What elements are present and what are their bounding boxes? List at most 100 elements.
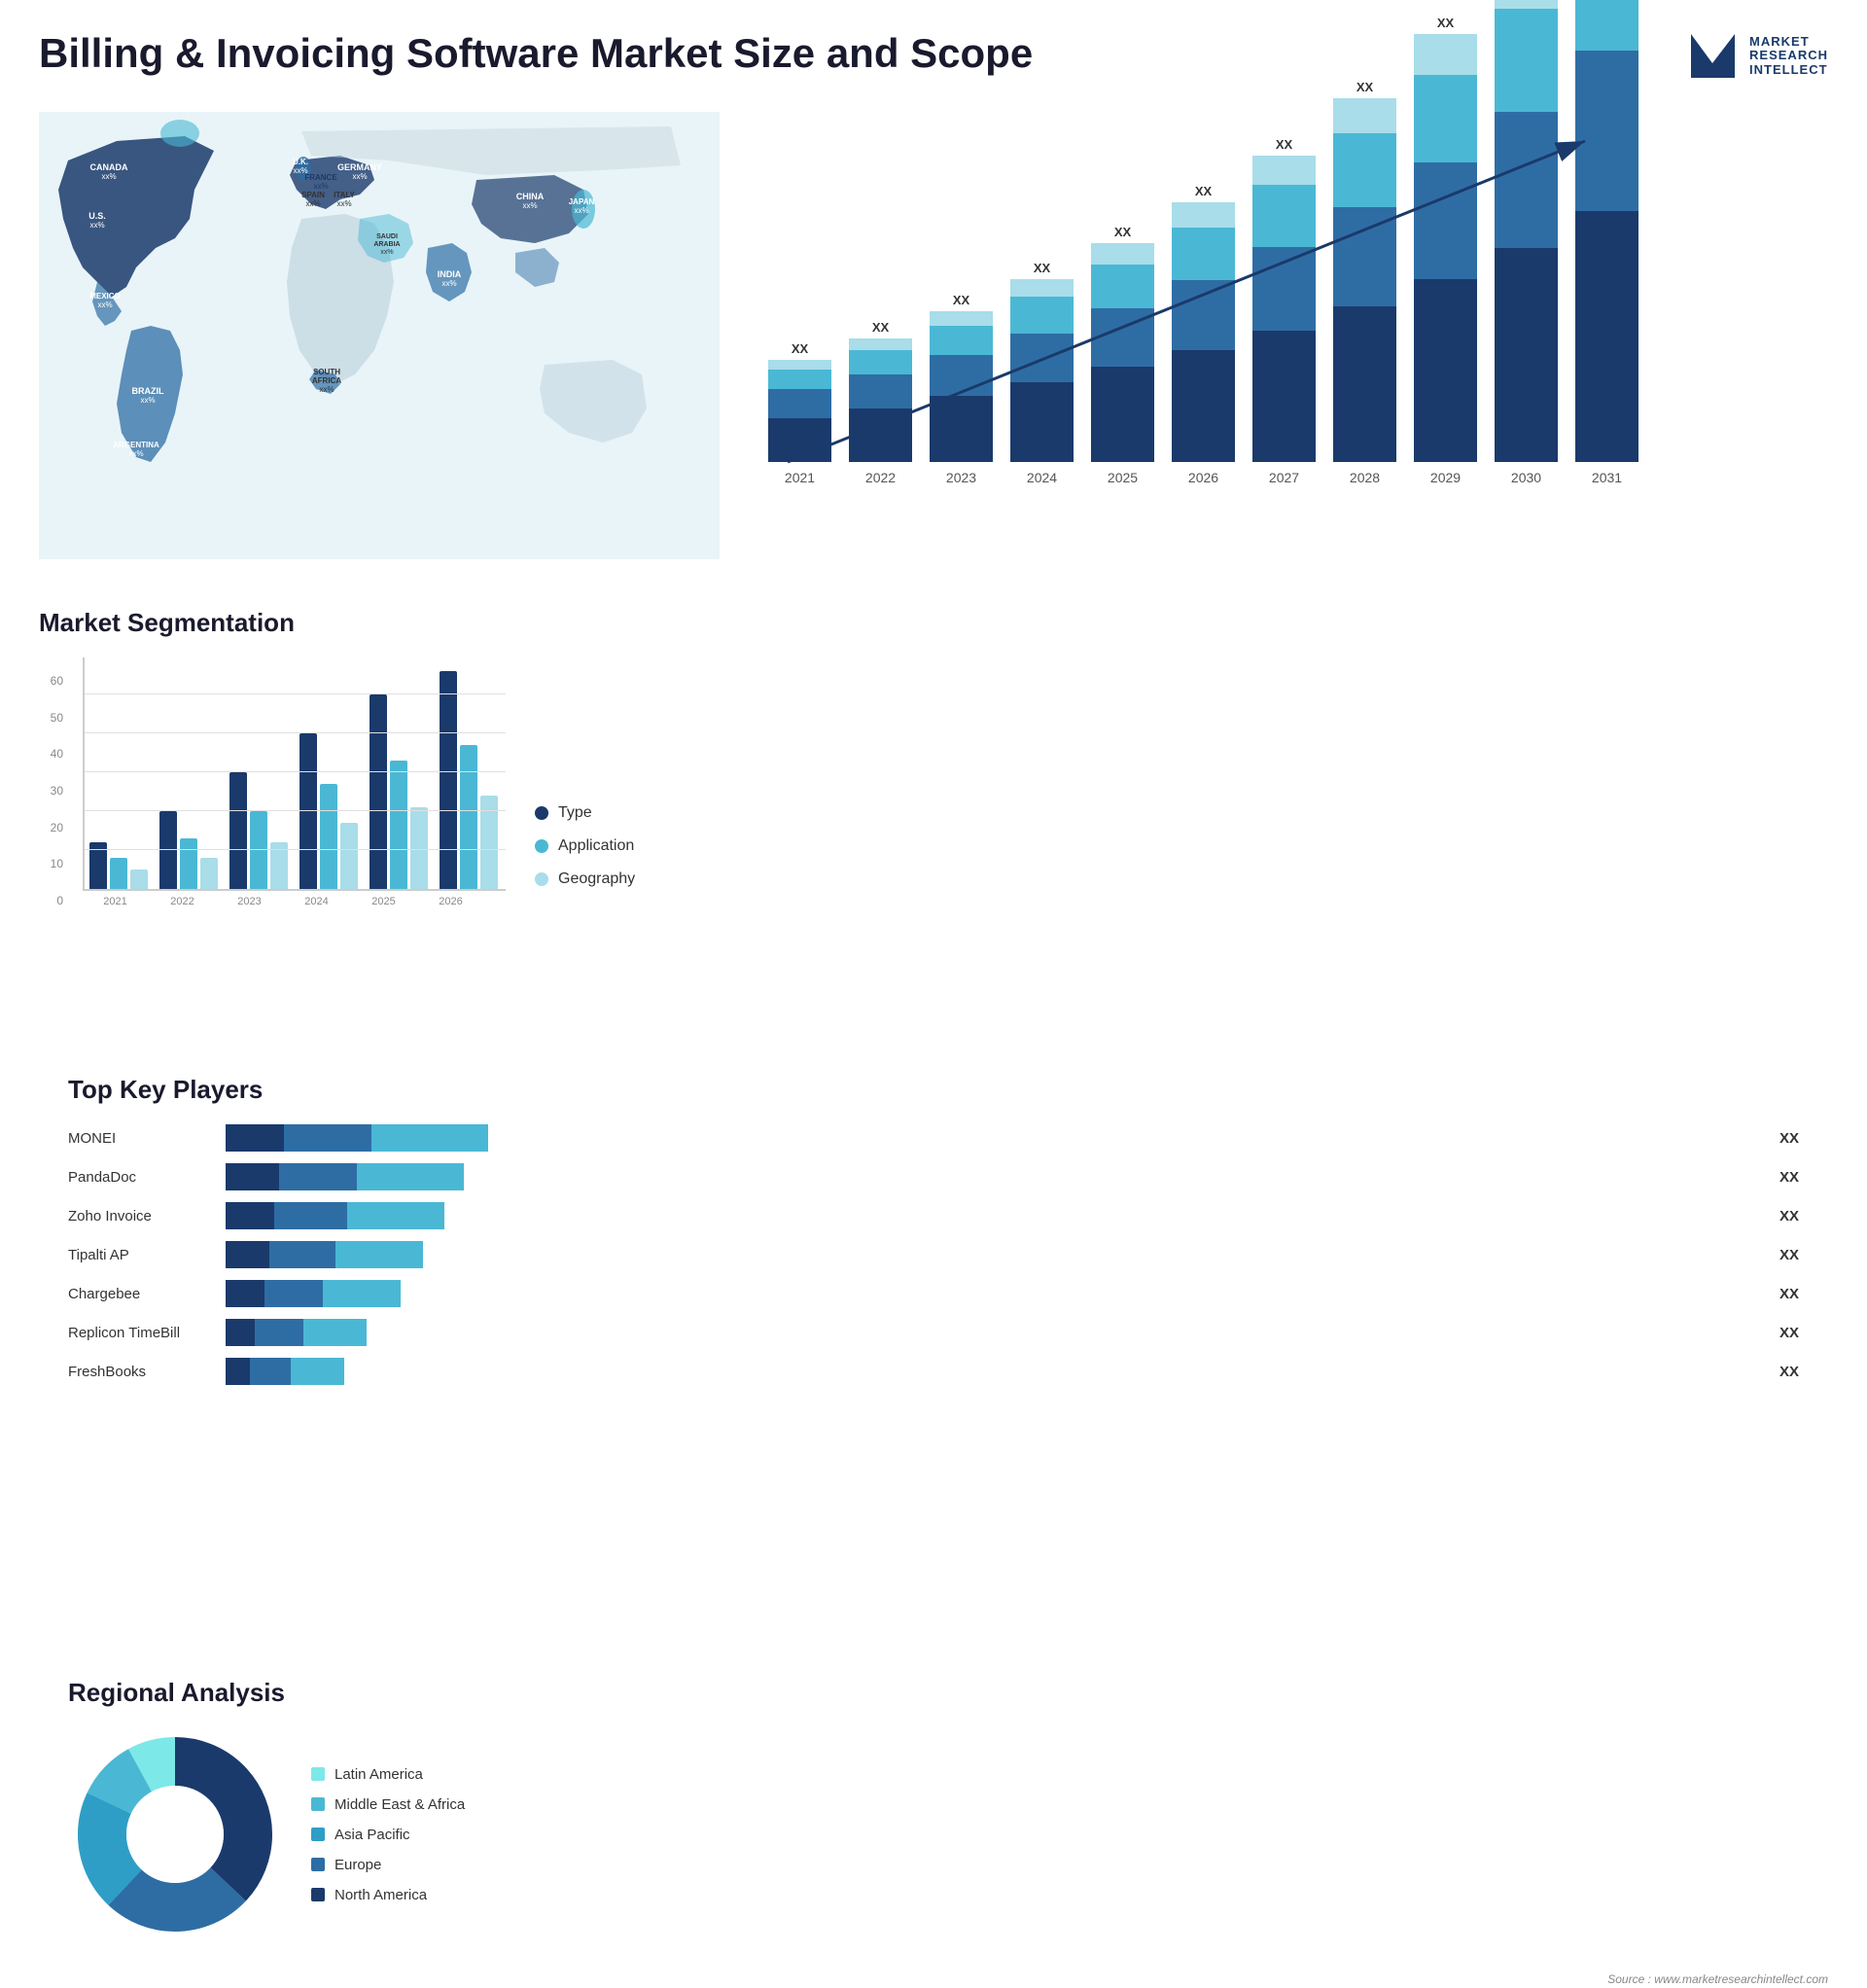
legend-north-america: North America xyxy=(311,1887,465,1903)
seg-y20: 20 xyxy=(39,821,63,834)
bar-xx-2024: XX xyxy=(1034,261,1050,275)
source-container: Source : www.marketresearchintellect.com xyxy=(68,1970,1828,1988)
player-xx-chargebee: XX xyxy=(1779,1286,1799,1302)
logo-line2: RESEARCH xyxy=(1749,49,1828,62)
year-label-2026: 2026 xyxy=(1172,470,1235,485)
bar-xx-2029: XX xyxy=(1437,16,1454,30)
legend-label-europe: Europe xyxy=(335,1857,381,1873)
logo-text: MARKET RESEARCH INTELLECT xyxy=(1749,35,1828,77)
svg-text:xx%: xx% xyxy=(352,172,367,181)
seg-x-2023: 2023 xyxy=(222,896,277,907)
player-row-monei: MONEI XX xyxy=(68,1124,1799,1152)
svg-text:xx%: xx% xyxy=(522,201,537,210)
seg-x-2021: 2021 xyxy=(88,896,143,907)
seg-legend-application: Application xyxy=(535,837,635,855)
segmentation-title: Market Segmentation xyxy=(39,608,1809,638)
legend-label-middle-east: Middle East & Africa xyxy=(335,1796,465,1813)
year-label-2021: 2021 xyxy=(768,470,831,485)
player-name-tipalti: Tipalti AP xyxy=(68,1247,214,1263)
legend-middle-east: Middle East & Africa xyxy=(311,1796,465,1813)
player-name-zoho: Zoho Invoice xyxy=(68,1208,214,1225)
svg-text:FRANCE: FRANCE xyxy=(304,173,337,182)
svg-text:ARGENTINA: ARGENTINA xyxy=(113,441,159,449)
player-xx-pandadoc: XX xyxy=(1779,1169,1799,1186)
year-label-2024: 2024 xyxy=(1010,470,1074,485)
year-label-2027: 2027 xyxy=(1252,470,1316,485)
player-xx-zoho: XX xyxy=(1779,1208,1799,1225)
year-label-2031: 2031 xyxy=(1575,470,1638,485)
seg-bar-2022-geo xyxy=(200,858,218,889)
player-name-monei: MONEI xyxy=(68,1130,214,1147)
svg-text:xx%: xx% xyxy=(313,182,328,191)
bar-xx-2022: XX xyxy=(872,320,889,335)
donut-hole xyxy=(126,1786,224,1883)
player-row-chargebee: Chargebee XX xyxy=(68,1280,1799,1307)
seg-x-2025: 2025 xyxy=(356,896,411,907)
legend-color-asia-pacific xyxy=(311,1828,325,1841)
seg-y30: 30 xyxy=(39,784,63,798)
player-xx-tipalti: XX xyxy=(1779,1247,1799,1263)
seg-bar-2022-type xyxy=(159,811,177,889)
bar-chart-container: XX XX xyxy=(758,102,1828,569)
seg-bar-2023-type xyxy=(229,772,247,889)
bar-xx-2021: XX xyxy=(792,341,808,356)
svg-text:xx%: xx% xyxy=(128,449,143,458)
legend-label-asia-pacific: Asia Pacific xyxy=(335,1827,410,1843)
source-text: Source : www.marketresearchintellect.com xyxy=(1607,1972,1828,1986)
legend-latin-america: Latin America xyxy=(311,1766,465,1783)
player-bar-freshbooks xyxy=(226,1358,1760,1385)
legend-color-latin-america xyxy=(311,1767,325,1781)
svg-text:xx%: xx% xyxy=(305,199,320,208)
player-bar-replicon xyxy=(226,1319,1760,1346)
players-section: Top Key Players MONEI XX PandaDoc xyxy=(39,1075,1828,1678)
player-row-freshbooks: FreshBooks XX xyxy=(68,1358,1799,1385)
svg-text:xx%: xx% xyxy=(89,221,104,230)
seg-bar-2025-app xyxy=(390,761,407,889)
donut-chart-svg xyxy=(68,1727,282,1941)
legend-label-latin-america: Latin America xyxy=(335,1766,423,1783)
svg-text:U.S.: U.S. xyxy=(88,211,106,221)
svg-text:ITALY: ITALY xyxy=(334,191,355,199)
player-name-chargebee: Chargebee xyxy=(68,1286,214,1302)
seg-x-2026: 2026 xyxy=(423,896,478,907)
legend-label-north-america: North America xyxy=(335,1887,427,1903)
donut-area: Latin America Middle East & Africa Asia … xyxy=(68,1727,1828,1941)
segmentation-section: Market Segmentation 0 10 20 30 40 50 60 xyxy=(39,608,1828,1075)
svg-text:xx%: xx% xyxy=(97,301,112,309)
seg-bar-2024-geo xyxy=(340,823,358,889)
seg-bar-2026-type xyxy=(440,671,457,889)
legend-geo-dot xyxy=(535,872,548,886)
logo-line1: MARKET xyxy=(1749,35,1828,49)
svg-text:SOUTH: SOUTH xyxy=(313,368,340,376)
svg-text:xx%: xx% xyxy=(101,172,116,181)
svg-text:CANADA: CANADA xyxy=(90,162,128,172)
player-bar-pandadoc xyxy=(226,1163,1760,1190)
svg-text:xx%: xx% xyxy=(380,249,393,256)
logo-line3: INTELLECT xyxy=(1749,63,1828,77)
seg-legend-type: Type xyxy=(535,804,635,822)
year-label-2028: 2028 xyxy=(1333,470,1396,485)
seg-bar-2021-geo xyxy=(130,870,148,889)
player-bar-monei xyxy=(226,1124,1760,1152)
player-bar-zoho xyxy=(226,1202,1760,1229)
seg-x-2024: 2024 xyxy=(289,896,344,907)
player-row-pandadoc: PandaDoc XX xyxy=(68,1163,1799,1190)
seg-legend-geography: Geography xyxy=(535,870,635,888)
player-name-freshbooks: FreshBooks xyxy=(68,1364,214,1380)
player-row-replicon: Replicon TimeBill XX xyxy=(68,1319,1799,1346)
svg-text:xx%: xx% xyxy=(319,385,334,394)
svg-text:ARABIA: ARABIA xyxy=(373,241,400,248)
player-xx-monei: XX xyxy=(1779,1130,1799,1147)
svg-text:JAPAN: JAPAN xyxy=(569,197,595,206)
svg-text:xx%: xx% xyxy=(336,199,351,208)
world-map-svg: CANADA xx% U.S. xx% MEXICO xx% BRAZIL xx… xyxy=(39,102,720,569)
player-row-tipalti: Tipalti AP XX xyxy=(68,1241,1799,1268)
regional-legend: Latin America Middle East & Africa Asia … xyxy=(311,1766,465,1903)
player-xx-freshbooks: XX xyxy=(1779,1364,1799,1380)
legend-color-europe xyxy=(311,1858,325,1871)
legend-type-dot xyxy=(535,806,548,820)
year-label-2030: 2030 xyxy=(1495,470,1558,485)
players-list: MONEI XX PandaDoc xyxy=(68,1124,1799,1385)
seg-bar-2026-app xyxy=(460,745,477,889)
svg-text:MEXICO: MEXICO xyxy=(89,292,121,301)
